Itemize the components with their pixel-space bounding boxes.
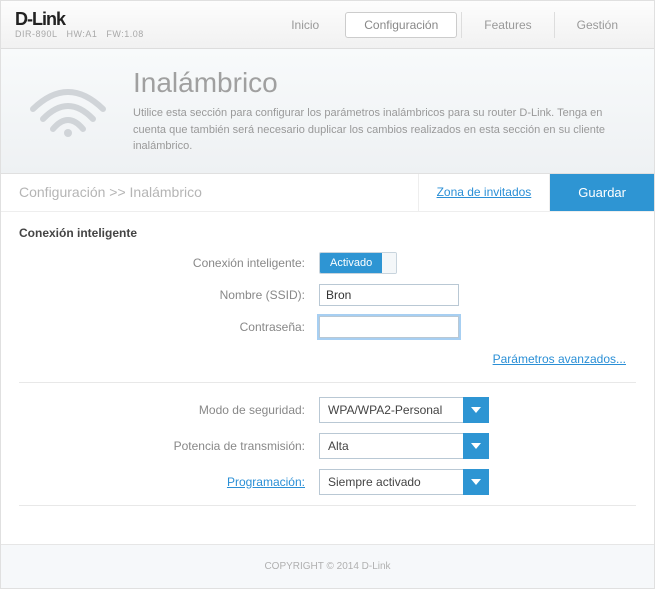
divider xyxy=(19,382,636,383)
label-smart-connect: Conexión inteligente: xyxy=(19,256,319,270)
topbar: D-Link DIR-890L HW:A1 FW:1.08 Inicio Con… xyxy=(1,1,654,49)
brand-logo: D-Link xyxy=(15,10,175,28)
password-input[interactable] xyxy=(319,316,459,338)
advanced-link[interactable]: Parámetros avanzados... xyxy=(19,348,636,376)
label-tx-power: Potencia de transmisión: xyxy=(19,439,319,453)
chevron-down-icon xyxy=(463,469,489,495)
tx-power-select[interactable]: Alta xyxy=(319,433,489,459)
tab-manage[interactable]: Gestión xyxy=(554,12,640,38)
row-password: Contraseña: xyxy=(19,316,636,338)
fw-label: FW:1.08 xyxy=(106,29,143,39)
nav-tabs: Inicio Configuración Features Gestión xyxy=(175,12,640,38)
smart-connect-toggle[interactable]: Activado xyxy=(319,252,397,274)
toggle-handle xyxy=(382,253,396,273)
brand-sub: DIR-890L HW:A1 FW:1.08 xyxy=(15,29,175,39)
row-tx-power: Potencia de transmisión: Alta xyxy=(19,433,636,459)
save-button[interactable]: Guardar xyxy=(550,174,654,211)
guest-zone-link[interactable]: Zona de invitados xyxy=(418,174,551,211)
schedule-select[interactable]: Siempre activado xyxy=(319,469,489,495)
divider xyxy=(19,505,636,506)
model-label: DIR-890L xyxy=(15,29,58,39)
hero-text: Inalámbrico Utilice esta sección para co… xyxy=(133,67,624,155)
footer-copyright: COPYRIGHT © 2014 D-Link xyxy=(1,544,654,588)
label-ssid: Nombre (SSID): xyxy=(19,288,319,302)
page-title: Inalámbrico xyxy=(133,67,624,99)
tx-power-value: Alta xyxy=(319,433,463,459)
label-schedule-link[interactable]: Programación: xyxy=(19,475,319,489)
schedule-value: Siempre activado xyxy=(319,469,463,495)
row-ssid: Nombre (SSID): xyxy=(19,284,636,306)
chevron-down-icon xyxy=(463,433,489,459)
label-security-mode: Modo de seguridad: xyxy=(19,403,319,417)
security-mode-value: WPA/WPA2-Personal xyxy=(319,397,463,423)
breadcrumb: Configuración >> Inalámbrico xyxy=(1,174,418,211)
tab-features[interactable]: Features xyxy=(461,12,553,38)
subheader: Configuración >> Inalámbrico Zona de inv… xyxy=(1,174,654,212)
content: Conexión inteligente Conexión inteligent… xyxy=(1,212,654,530)
row-schedule: Programación: Siempre activado xyxy=(19,469,636,495)
hw-label: HW:A1 xyxy=(67,29,98,39)
chevron-down-icon xyxy=(463,397,489,423)
section-title-smart-connect: Conexión inteligente xyxy=(19,226,636,240)
hero-section: Inalámbrico Utilice esta sección para co… xyxy=(1,49,654,174)
page-desc: Utilice esta sección para configurar los… xyxy=(133,105,624,155)
security-mode-select[interactable]: WPA/WPA2-Personal xyxy=(319,397,489,423)
brand-block: D-Link DIR-890L HW:A1 FW:1.08 xyxy=(15,10,175,39)
app-frame: D-Link DIR-890L HW:A1 FW:1.08 Inicio Con… xyxy=(0,0,655,589)
ssid-input[interactable] xyxy=(319,284,459,306)
row-smart-connect: Conexión inteligente: Activado xyxy=(19,252,636,274)
wifi-icon xyxy=(23,67,113,155)
tab-home[interactable]: Inicio xyxy=(269,12,341,38)
row-security-mode: Modo de seguridad: WPA/WPA2-Personal xyxy=(19,397,636,423)
toggle-on-label: Activado xyxy=(320,253,382,273)
label-password: Contraseña: xyxy=(19,320,319,334)
tab-config[interactable]: Configuración xyxy=(345,12,457,38)
